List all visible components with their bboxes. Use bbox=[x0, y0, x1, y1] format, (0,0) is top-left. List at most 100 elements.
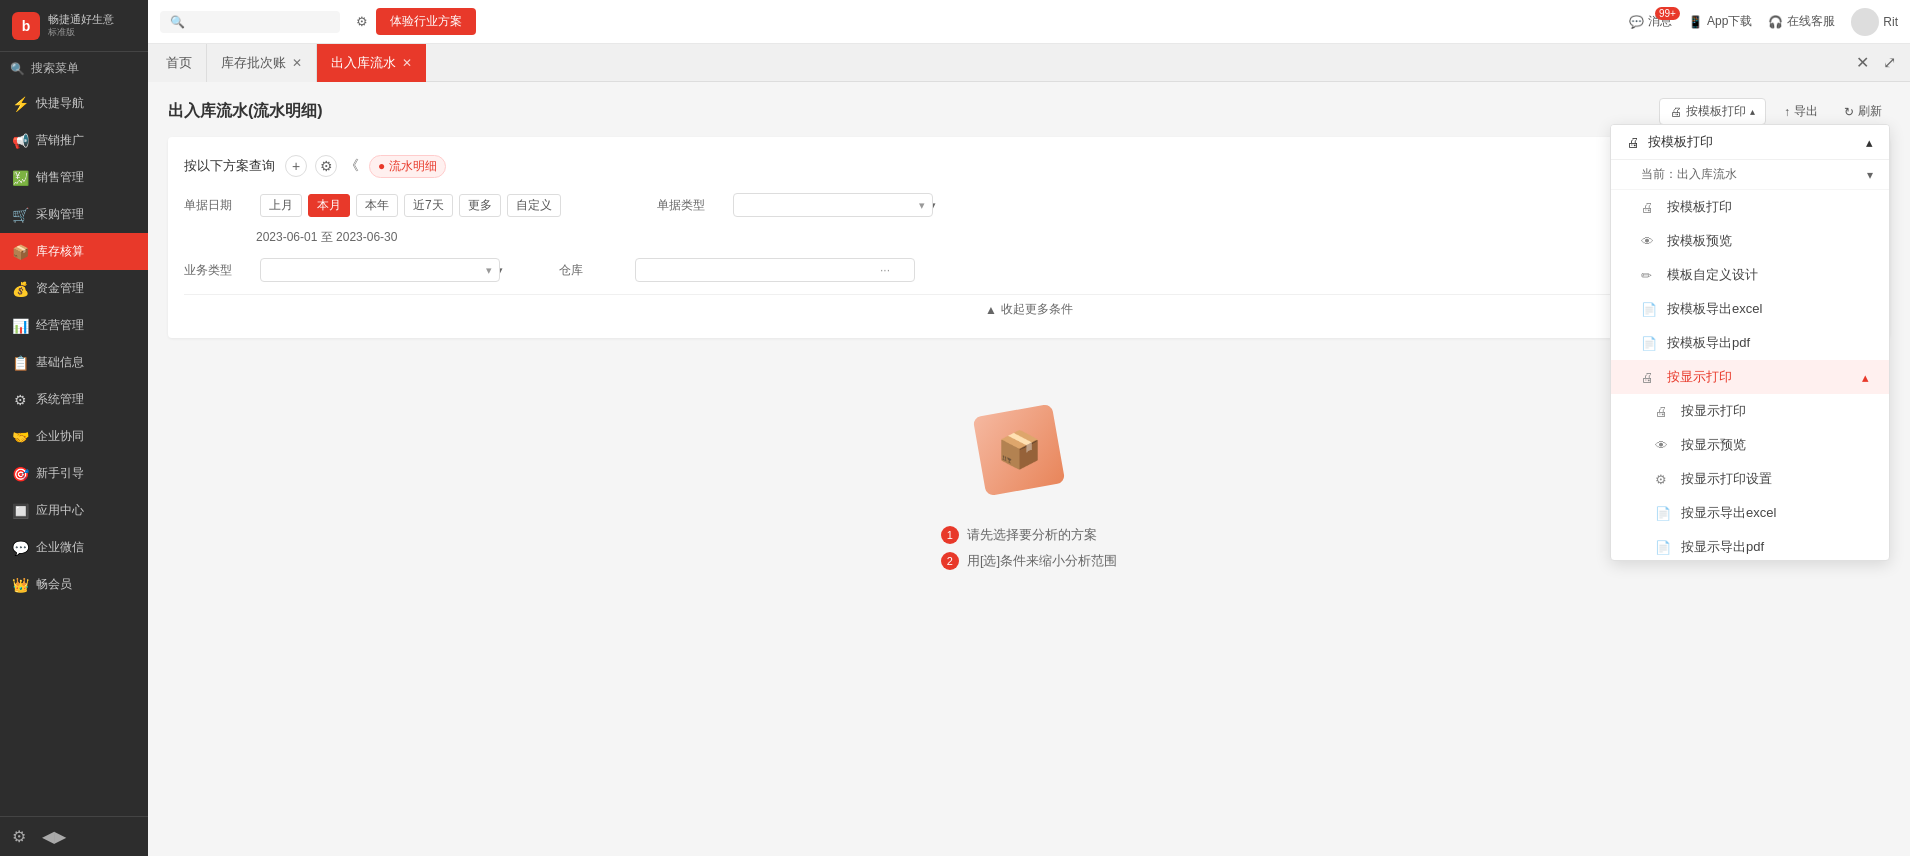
sidebar-bottom: ⚙ ◀▶ bbox=[0, 816, 148, 856]
sidebar-item-enterprise[interactable]: 🤝 企业协同 bbox=[0, 418, 148, 455]
template-custom-label: 模板自定义设计 bbox=[1667, 266, 1758, 284]
warehouse-field[interactable]: ··· bbox=[635, 258, 915, 282]
shortcut-icon: ⚡ bbox=[12, 96, 28, 112]
sidebar-item-label: 快捷导航 bbox=[36, 95, 84, 112]
filter-add-btn[interactable]: + bbox=[285, 155, 307, 177]
tab-batch[interactable]: 库存批次账 ✕ bbox=[207, 44, 317, 82]
print-template-label: 按模板打印 bbox=[1686, 103, 1746, 120]
date-last7-btn[interactable]: 近7天 bbox=[404, 194, 453, 217]
empty-box-icon bbox=[973, 404, 1066, 497]
date-prev-month-btn[interactable]: 上月 bbox=[260, 194, 302, 217]
member-icon: 👑 bbox=[12, 577, 28, 593]
dropdown-template-pdf[interactable]: 📄 按模板导出pdf bbox=[1611, 326, 1889, 360]
close-all-btn[interactable]: ✕ bbox=[1852, 49, 1873, 76]
filter-settings-btn[interactable]: ⚙ bbox=[315, 155, 337, 177]
sidebar-item-purchase[interactable]: 🛒 采购管理 bbox=[0, 196, 148, 233]
topbar: 🔍 ⚙ 体验行业方案 💬 消息 99+ 📱 App下载 🎧 在线客服 bbox=[148, 0, 1910, 44]
filter-tag[interactable]: ● 流水明细 bbox=[369, 155, 446, 178]
messages-btn[interactable]: 💬 消息 99+ bbox=[1629, 13, 1672, 30]
username: Rit bbox=[1883, 15, 1898, 29]
dropdown-template-excel[interactable]: 📄 按模板导出excel bbox=[1611, 292, 1889, 326]
date-custom-btn[interactable]: 自定义 bbox=[507, 194, 561, 217]
template-pdf-label: 按模板导出pdf bbox=[1667, 334, 1750, 352]
sidebar-item-shortcut[interactable]: ⚡ 快捷导航 bbox=[0, 85, 148, 122]
expand-btn[interactable]: ⤢ bbox=[1879, 49, 1900, 76]
collapse-sidebar-icon[interactable]: ◀▶ bbox=[42, 827, 66, 846]
dropdown-template-print[interactable]: 🖨 按模板打印 bbox=[1611, 190, 1889, 224]
warehouse-label: 仓库 bbox=[559, 262, 619, 279]
step2-text: 用[选]条件来缩小分析范围 bbox=[967, 552, 1117, 570]
dropdown-display-settings[interactable]: ⚙ 按显示打印设置 bbox=[1611, 462, 1889, 496]
app-download-btn[interactable]: 📱 App下载 bbox=[1688, 13, 1752, 30]
sidebar-item-finance[interactable]: 💰 资金管理 bbox=[0, 270, 148, 307]
sidebar-item-wechat[interactable]: 💬 企业微信 bbox=[0, 529, 148, 566]
sidebar-item-inventory[interactable]: 📦 库存核算 bbox=[0, 233, 148, 270]
step2-num: 2 bbox=[941, 552, 959, 570]
dropdown-display-excel[interactable]: 📄 按显示导出excel bbox=[1611, 496, 1889, 530]
export-label: 导出 bbox=[1794, 103, 1818, 120]
date-more-btn[interactable]: 更多 bbox=[459, 194, 501, 217]
display-settings-label: 按显示打印设置 bbox=[1681, 470, 1772, 488]
tab-flow[interactable]: 出入库流水 ✕ bbox=[317, 44, 426, 82]
sidebar-item-label: 企业协同 bbox=[36, 428, 84, 445]
printer-header-icon: 🖨 bbox=[1627, 135, 1640, 150]
display-pdf-label: 按显示导出pdf bbox=[1681, 538, 1764, 556]
sidebar-item-label: 企业微信 bbox=[36, 539, 84, 556]
message-icon: 💬 bbox=[1629, 15, 1644, 29]
step1-num: 1 bbox=[941, 526, 959, 544]
display-excel-label: 按显示导出excel bbox=[1681, 504, 1776, 522]
date-current-month-btn[interactable]: 本月 bbox=[308, 194, 350, 217]
export-icon: ↑ bbox=[1784, 105, 1790, 119]
sidebar-item-sales[interactable]: 💹 销售管理 bbox=[0, 159, 148, 196]
pdf-item-icon: 📄 bbox=[1641, 336, 1657, 351]
refresh-btn[interactable]: ↻ 刷新 bbox=[1836, 99, 1890, 124]
sales-icon: 💹 bbox=[12, 170, 28, 186]
dropdown-header[interactable]: 🖨 按模板打印 ▴ bbox=[1611, 125, 1889, 160]
industry-btn[interactable]: 体验行业方案 bbox=[376, 8, 476, 35]
printer-display-icon: 🖨 bbox=[1641, 370, 1657, 385]
dropdown-display-print[interactable]: 🖨 按显示打印 bbox=[1611, 394, 1889, 428]
page-actions: 🖨 按模板打印 ▴ ↑ 导出 ↻ 刷新 bbox=[1659, 98, 1890, 125]
settings-icon[interactable]: ⚙ bbox=[356, 14, 368, 29]
date-current-year-btn[interactable]: 本年 bbox=[356, 194, 398, 217]
type-select[interactable] bbox=[733, 193, 933, 217]
sidebar-item-guide[interactable]: 🎯 新手引导 bbox=[0, 455, 148, 492]
sidebar-search[interactable]: 🔍 搜索菜单 bbox=[0, 52, 148, 85]
sidebar-item-member[interactable]: 👑 畅会员 bbox=[0, 566, 148, 603]
warehouse-more-icon: ··· bbox=[880, 263, 890, 277]
avatar bbox=[1851, 8, 1879, 36]
business-select-wrapper bbox=[260, 258, 500, 282]
sidebar-item-basic[interactable]: 📋 基础信息 bbox=[0, 344, 148, 381]
dropdown-display-preview[interactable]: 👁 按显示预览 bbox=[1611, 428, 1889, 462]
business-select[interactable] bbox=[260, 258, 500, 282]
user-profile-btn[interactable]: Rit bbox=[1851, 8, 1898, 36]
export-btn[interactable]: ↑ 导出 bbox=[1776, 99, 1826, 124]
dropdown-current-item: 当前：出入库流水 ▾ bbox=[1611, 160, 1889, 190]
dropdown-display-pdf[interactable]: 📄 按显示导出pdf bbox=[1611, 530, 1889, 560]
sidebar-item-appcenter[interactable]: 🔲 应用中心 bbox=[0, 492, 148, 529]
page-title: 出入库流水(流水明细) bbox=[168, 101, 323, 122]
online-service-btn[interactable]: 🎧 在线客服 bbox=[1768, 13, 1835, 30]
sidebar-item-system[interactable]: ⚙ 系统管理 bbox=[0, 381, 148, 418]
marketing-icon: 📢 bbox=[12, 133, 28, 149]
sidebar-item-marketing[interactable]: 📢 营销推广 bbox=[0, 122, 148, 159]
printer-item-icon: 🖨 bbox=[1641, 200, 1657, 215]
print-template-btn[interactable]: 🖨 按模板打印 ▴ bbox=[1659, 98, 1766, 125]
dropdown-template-custom[interactable]: ✏ 模板自定义设计 bbox=[1611, 258, 1889, 292]
app-logo: b 畅捷通好生意 标准版 bbox=[0, 0, 148, 52]
filter-actions-row: + ⚙ 《 bbox=[285, 155, 359, 177]
topbar-search[interactable]: 🔍 bbox=[160, 11, 340, 33]
printer-sub-icon: 🖨 bbox=[1655, 404, 1671, 419]
tab-home[interactable]: 首页 bbox=[148, 44, 207, 82]
printer-icon: 🖨 bbox=[1670, 105, 1682, 119]
filter-tag-icon: ● bbox=[378, 159, 385, 173]
tab-batch-close[interactable]: ✕ bbox=[292, 56, 302, 70]
sidebar-item-operations[interactable]: 📊 经营管理 bbox=[0, 307, 148, 344]
page-content: 出入库流水(流水明细) 🖨 按模板打印 ▴ ↑ 导出 ↻ 刷新 bbox=[148, 82, 1910, 856]
dropdown-display-section[interactable]: 🖨 按显示打印 ▴ bbox=[1611, 360, 1889, 394]
settings-bottom-icon[interactable]: ⚙ bbox=[12, 827, 26, 846]
dropdown-template-preview[interactable]: 👁 按模板预览 bbox=[1611, 224, 1889, 258]
basic-icon: 📋 bbox=[12, 355, 28, 371]
tab-flow-close[interactable]: ✕ bbox=[402, 56, 412, 70]
filter-collapse-btn[interactable]: 《 bbox=[345, 157, 359, 175]
